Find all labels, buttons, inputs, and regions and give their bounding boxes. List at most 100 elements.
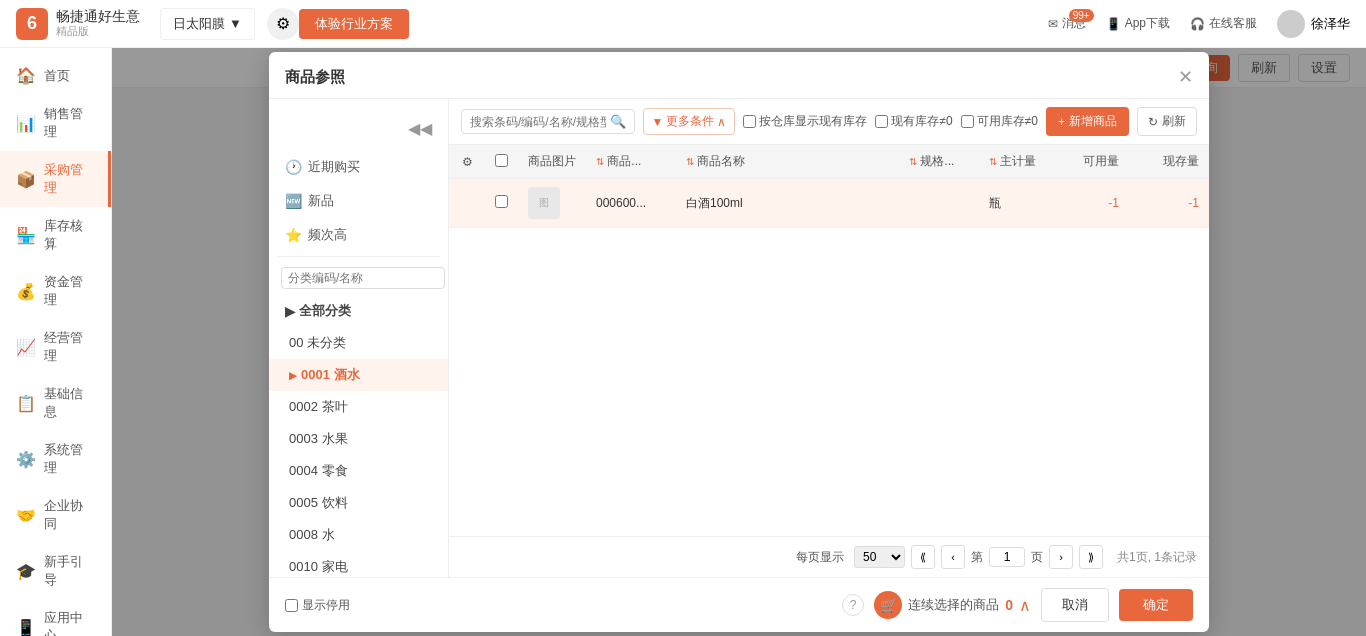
- sidebar-label-apps: 应用中心: [44, 609, 95, 636]
- col-name-header[interactable]: ⇅ 商品名称: [676, 145, 899, 179]
- first-page-button[interactable]: ⟪: [911, 545, 935, 569]
- clock-icon: 🕐: [285, 159, 302, 175]
- sidebar-label-enterprise: 企业协同: [44, 497, 95, 533]
- sidebar-item-enterprise[interactable]: 🤝 企业协同: [0, 487, 111, 543]
- triangle-icon: ▶: [285, 304, 295, 319]
- category-item-water[interactable]: 0008 水: [269, 519, 448, 551]
- category-item-snack[interactable]: 0004 零食: [269, 455, 448, 487]
- refresh-sm-button[interactable]: ↻ 刷新: [1137, 107, 1197, 136]
- col-avail-header: 可用量: [1049, 145, 1129, 179]
- online-service-nav[interactable]: 🎧 在线客服: [1190, 15, 1257, 32]
- product-search-input[interactable]: [470, 115, 606, 129]
- stock-nonzero-checkbox-label[interactable]: 现有库存≠0: [875, 113, 952, 130]
- category-item-tea[interactable]: 0002 茶叶: [269, 391, 448, 423]
- nav-selector[interactable]: 日太阳膜 ▼: [160, 8, 255, 40]
- modal-left-recent[interactable]: 🕐 近期购买: [269, 150, 448, 184]
- row-gear: [449, 179, 485, 228]
- modal-right-toolbar: 🔍 ▼ 更多条件 ∧ 按仓库显示现有库存: [449, 99, 1209, 145]
- warehouse-checkbox[interactable]: [743, 115, 756, 128]
- sidebar-label-basic: 基础信息: [44, 385, 95, 421]
- sidebar-item-inventory[interactable]: 🏪 库存核算: [0, 207, 111, 263]
- next-page-button[interactable]: ›: [1049, 545, 1073, 569]
- collapse-filter-icon: ∧: [717, 115, 726, 129]
- refresh-sm-icon: ↻: [1148, 115, 1158, 129]
- sidebar: 🏠 首页 📊 销售管理 📦 采购管理 🏪 库存核算 💰 资金管理 📈 经营管理 …: [0, 48, 112, 636]
- modal-left-frequent[interactable]: ⭐ 频次高: [269, 218, 448, 252]
- sidebar-item-home[interactable]: 🏠 首页: [0, 56, 111, 95]
- gear-button[interactable]: ⚙: [267, 8, 299, 40]
- col-unit-header[interactable]: ⇅ 主计量: [979, 145, 1049, 179]
- col-code-header[interactable]: ⇅ 商品...: [586, 145, 676, 179]
- avatar: [1277, 10, 1305, 38]
- logo-icon: 6: [16, 8, 48, 40]
- enterprise-icon: 🤝: [16, 506, 36, 525]
- sidebar-item-system[interactable]: ⚙️ 系统管理: [0, 431, 111, 487]
- available-nonzero-checkbox-label[interactable]: 可用库存≠0: [961, 113, 1038, 130]
- row-code: 000600...: [586, 179, 676, 228]
- trial-btn[interactable]: 体验行业方案: [299, 9, 409, 39]
- recent-label: 近期购买: [308, 158, 360, 176]
- show-disabled-text: 显示停用: [302, 597, 350, 614]
- category-all-label: 全部分类: [299, 302, 351, 320]
- collapse-button[interactable]: ◀◀: [400, 111, 440, 146]
- user-avatar-area[interactable]: 徐泽华: [1277, 10, 1350, 38]
- headset-icon: 🎧: [1190, 17, 1205, 31]
- cancel-button[interactable]: 取消: [1041, 588, 1109, 622]
- sidebar-item-operations[interactable]: 📈 经营管理: [0, 319, 111, 375]
- row-select-checkbox[interactable]: [495, 195, 508, 208]
- current-page-input[interactable]: [989, 547, 1025, 567]
- help-icon[interactable]: ?: [842, 594, 864, 616]
- category-search-input[interactable]: [281, 267, 445, 289]
- sidebar-item-guide[interactable]: 🎓 新手引导: [0, 543, 111, 599]
- sidebar-item-purchase[interactable]: 📦 采购管理: [0, 151, 111, 207]
- sidebar-item-finance[interactable]: 💰 资金管理: [0, 263, 111, 319]
- filter-label: 更多条件: [666, 113, 714, 130]
- add-product-button[interactable]: + 新增商品: [1046, 107, 1129, 136]
- logo-area: 6 畅捷通好生意 精品版: [16, 8, 140, 40]
- guide-icon: 🎓: [16, 562, 36, 581]
- confirm-button[interactable]: 确定: [1119, 589, 1193, 621]
- sidebar-item-sales[interactable]: 📊 销售管理: [0, 95, 111, 151]
- available-nonzero-checkbox[interactable]: [961, 115, 974, 128]
- search-icon: 🔍: [610, 114, 626, 129]
- sidebar-item-basic[interactable]: 📋 基础信息: [0, 375, 111, 431]
- product-image: 图: [528, 187, 560, 219]
- col-gear[interactable]: ⚙: [449, 145, 485, 179]
- filter-button[interactable]: ▼ 更多条件 ∧: [643, 108, 736, 135]
- product-search-box[interactable]: 🔍: [461, 109, 635, 134]
- row-available: -1: [1049, 179, 1129, 228]
- category-item-appliance[interactable]: 0010 家电: [269, 551, 448, 577]
- category-item-fruit[interactable]: 0003 水果: [269, 423, 448, 455]
- cart-collapse-icon[interactable]: ∧: [1019, 596, 1031, 615]
- sidebar-item-apps[interactable]: 📱 应用中心: [0, 599, 111, 636]
- last-page-button[interactable]: ⟫: [1079, 545, 1103, 569]
- show-disabled-checkbox[interactable]: [285, 599, 298, 612]
- per-page-select[interactable]: 10 20 50 100: [854, 546, 905, 568]
- category-label-unclassified: 00 未分类: [289, 334, 346, 352]
- star-icon: ⭐: [285, 227, 302, 243]
- system-icon: ⚙️: [16, 450, 36, 469]
- cart-label: 连续选择的商品: [908, 596, 999, 614]
- category-item-alcohol[interactable]: ▶ 0001 酒水: [269, 359, 448, 391]
- category-all[interactable]: ▶ 全部分类: [269, 295, 448, 327]
- messages-nav[interactable]: ✉ 消息 99+: [1048, 15, 1086, 32]
- show-disabled-label[interactable]: 显示停用: [285, 597, 350, 614]
- footer-cart: 🛒 连续选择的商品 0 ∧: [874, 591, 1031, 619]
- modal-toolbar-right: + 新增商品 ↻ 刷新: [1046, 107, 1197, 136]
- category-item-beverage[interactable]: 0005 饮料: [269, 487, 448, 519]
- col-spec-header[interactable]: ⇅ 规格...: [899, 145, 979, 179]
- stock-nonzero-checkbox[interactable]: [875, 115, 888, 128]
- prev-page-button[interactable]: ‹: [941, 545, 965, 569]
- modal-close-button[interactable]: ✕: [1178, 66, 1193, 88]
- category-item-unclassified[interactable]: 00 未分类: [269, 327, 448, 359]
- warehouse-checkbox-label[interactable]: 按仓库显示现有库存: [743, 113, 867, 130]
- category-label-water: 0008 水: [289, 526, 335, 544]
- table-row[interactable]: 图 000600... 白酒100ml 瓶 -1 -1: [449, 179, 1209, 228]
- modal-left-new[interactable]: 🆕 新品: [269, 184, 448, 218]
- app-download-nav[interactable]: 📱 App下载: [1106, 15, 1170, 32]
- sidebar-label-inventory: 库存核算: [44, 217, 95, 253]
- row-checkbox[interactable]: [485, 179, 518, 228]
- cart-icon: 🛒: [874, 591, 902, 619]
- select-all-checkbox[interactable]: [495, 154, 508, 167]
- edition: 精品版: [56, 24, 140, 39]
